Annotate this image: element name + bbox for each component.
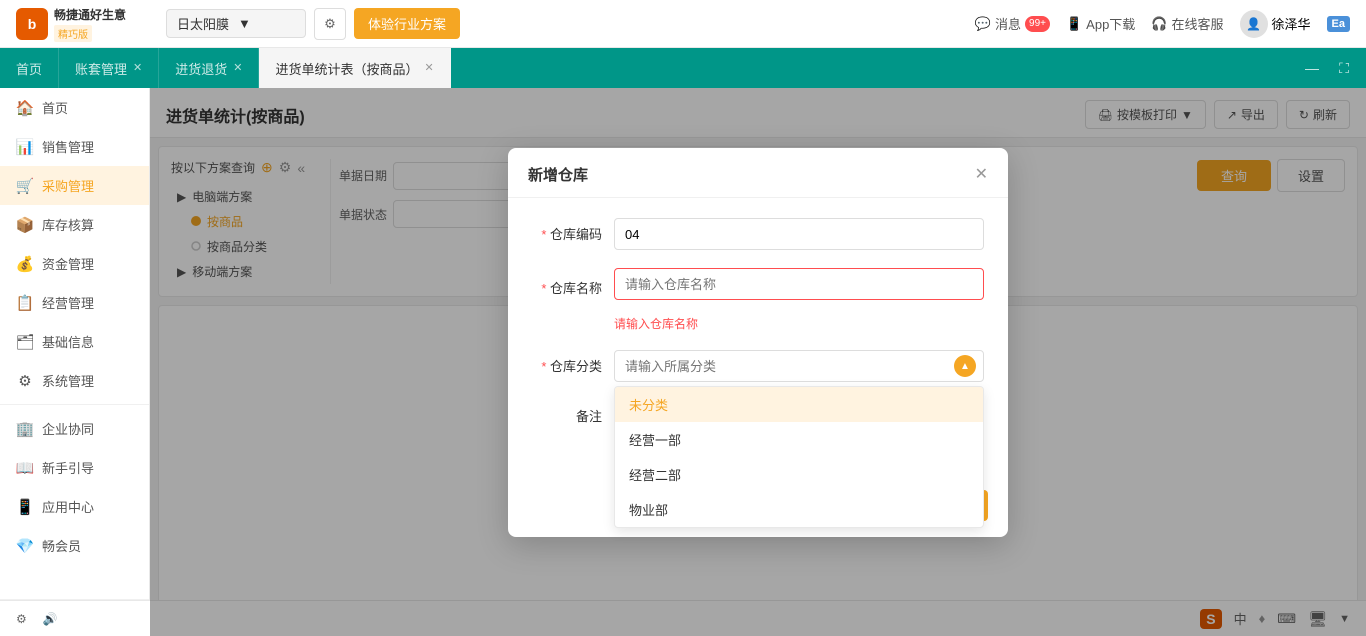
category-dropdown-list: 未分类 经营一部 经营二部 物业部 <box>614 386 984 528</box>
option-uncategorized[interactable]: 未分类 <box>615 387 983 422</box>
finance-icon: 💰 <box>16 255 34 273</box>
main-layout: 🏠 首页 📊 销售管理 🛒 采购管理 📦 库存核算 💰 资金管理 📋 经营管理 … <box>0 88 1366 636</box>
avatar: 👤 <box>1240 10 1268 38</box>
modal-add-warehouse: 新增仓库 ✕ 仓库编码 仓库名称 <box>508 148 1008 537</box>
tab-actions: — ⛶ <box>1298 54 1366 82</box>
sidebar-item-home[interactable]: 🏠 首页 <box>0 88 149 127</box>
warehouse-name-label: 仓库名称 <box>532 272 602 297</box>
tab-purchase-return[interactable]: 进货退货 ✕ <box>159 48 259 88</box>
member-icon: 💎 <box>16 537 34 555</box>
app-download-item[interactable]: 📱 App下载 <box>1066 14 1135 33</box>
tab-close-purchase-stats[interactable]: ✕ <box>425 63 434 74</box>
appcenter-icon: 📱 <box>16 498 34 516</box>
user-area[interactable]: 👤 徐泽华 <box>1240 10 1311 38</box>
sidebar-item-inventory[interactable]: 📦 库存核算 <box>0 205 149 244</box>
header-right: 💬 消息 99+ 📱 App下载 🎧 在线客服 👤 徐泽华 Ea <box>975 10 1350 38</box>
bottom-volume[interactable]: 🔊 <box>43 612 58 626</box>
warehouse-name-error: 请输入仓库名称 <box>614 317 698 331</box>
warehouse-code-label: 仓库编码 <box>532 218 602 243</box>
warehouse-category-field: 仓库分类 ▲ 未分类 经营一部 经营二部 物业部 <box>532 350 984 382</box>
sidebar: 🏠 首页 📊 销售管理 🛒 采购管理 📦 库存核算 💰 资金管理 📋 经营管理 … <box>0 88 150 636</box>
warehouse-code-field: 仓库编码 <box>532 218 984 250</box>
bottom-settings[interactable]: ⚙ <box>16 612 27 626</box>
message-icon: 💬 <box>975 16 991 32</box>
tab-close-purchase-return[interactable]: ✕ <box>233 63 242 74</box>
content-area: 进货单统计(按商品) 🖨 按模板打印 ▼ ↗ 导出 ↻ 刷新 <box>150 88 1366 636</box>
modal-body: 仓库编码 仓库名称 请输入仓库名称 <box>508 198 1008 460</box>
gear-button[interactable]: ⚙ <box>314 8 346 40</box>
option-property[interactable]: 物业部 <box>615 492 983 527</box>
sidebar-item-finance[interactable]: 💰 资金管理 <box>0 244 149 283</box>
warehouse-category-label: 仓库分类 <box>532 350 602 375</box>
tab-purchase-stats[interactable]: 进货单统计表（按商品） ✕ <box>259 48 450 88</box>
modal-close-button[interactable]: ✕ <box>975 167 988 183</box>
headset-icon: 🎧 <box>1151 16 1167 32</box>
header-search: 日太阳膜 ▼ ⚙ 体验行业方案 <box>166 8 975 40</box>
logo-area: b 畅捷通好生意 精巧版 <box>16 6 166 42</box>
trial-button[interactable]: 体验行业方案 <box>354 8 460 39</box>
top-header: b 畅捷通好生意 精巧版 日太阳膜 ▼ ⚙ 体验行业方案 💬 消息 99+ 📱 … <box>0 0 1366 48</box>
sidebar-item-sales[interactable]: 📊 销售管理 <box>0 127 149 166</box>
warehouse-code-input[interactable] <box>614 218 984 250</box>
modal-title: 新增仓库 <box>528 164 588 185</box>
notification-item[interactable]: 💬 消息 99+ <box>975 14 1050 33</box>
sidebar-item-enterprise[interactable]: 🏢 企业协同 <box>0 409 149 448</box>
tab-close-accounts[interactable]: ✕ <box>133 63 142 74</box>
category-dropdown-arrow[interactable]: ▲ <box>954 355 976 377</box>
tab-bar: 首页 账套管理 ✕ 进货退货 ✕ 进货单统计表（按商品） ✕ — ⛶ <box>0 48 1366 88</box>
logo-text: 畅捷通好生意 精巧版 <box>54 6 126 42</box>
tab-minimize-button[interactable]: — <box>1298 54 1326 82</box>
mobile-icon: 📱 <box>1066 16 1082 32</box>
logo-icon: b <box>16 8 48 40</box>
category-input[interactable] <box>614 350 984 382</box>
home-icon: 🏠 <box>16 99 34 117</box>
basic-icon: 🗂 <box>16 333 34 351</box>
sidebar-item-basic[interactable]: 🗂 基础信息 <box>0 322 149 361</box>
inventory-icon: 📦 <box>16 216 34 234</box>
sidebar-item-operations[interactable]: 📋 经营管理 <box>0 283 149 322</box>
operations-icon: 📋 <box>16 294 34 312</box>
option-dept2[interactable]: 经营二部 <box>615 457 983 492</box>
dropdown-arrow-icon: ▼ <box>238 16 295 31</box>
modal-header: 新增仓库 ✕ <box>508 148 1008 198</box>
bottom-volume-icon: 🔊 <box>43 612 58 626</box>
enterprise-icon: 🏢 <box>16 420 34 438</box>
sidebar-item-guide[interactable]: 📖 新手引导 <box>0 448 149 487</box>
customer-service-item[interactable]: 🎧 在线客服 <box>1151 14 1223 33</box>
sidebar-item-appcenter[interactable]: 📱 应用中心 <box>0 487 149 526</box>
tab-accounts[interactable]: 账套管理 ✕ <box>59 48 159 88</box>
search-dropdown[interactable]: 日太阳膜 ▼ <box>166 9 306 38</box>
category-dropdown-wrapper: ▲ 未分类 经营一部 经营二部 物业部 <box>614 350 984 382</box>
guide-icon: 📖 <box>16 459 34 477</box>
modal-backdrop[interactable]: 新增仓库 ✕ 仓库编码 仓库名称 <box>150 88 1366 636</box>
option-dept1[interactable]: 经营一部 <box>615 422 983 457</box>
tab-home[interactable]: 首页 <box>0 48 59 88</box>
warehouse-name-input[interactable] <box>614 268 984 300</box>
chevron-up-icon: ▲ <box>960 361 970 372</box>
purchase-icon: 🛒 <box>16 177 34 195</box>
warehouse-note-label: 备注 <box>532 400 602 425</box>
tab-expand-button[interactable]: ⛶ <box>1330 54 1358 82</box>
ea-badge: Ea <box>1327 16 1350 32</box>
sidebar-item-system[interactable]: ⚙ 系统管理 <box>0 361 149 400</box>
sidebar-item-member[interactable]: 💎 畅会员 <box>0 526 149 565</box>
system-icon: ⚙ <box>16 372 34 390</box>
sidebar-item-purchase[interactable]: 🛒 采购管理 <box>0 166 149 205</box>
warehouse-name-field: 仓库名称 请输入仓库名称 <box>532 268 984 332</box>
bottom-settings-icon: ⚙ <box>16 612 27 626</box>
sales-icon: 📊 <box>16 138 34 156</box>
